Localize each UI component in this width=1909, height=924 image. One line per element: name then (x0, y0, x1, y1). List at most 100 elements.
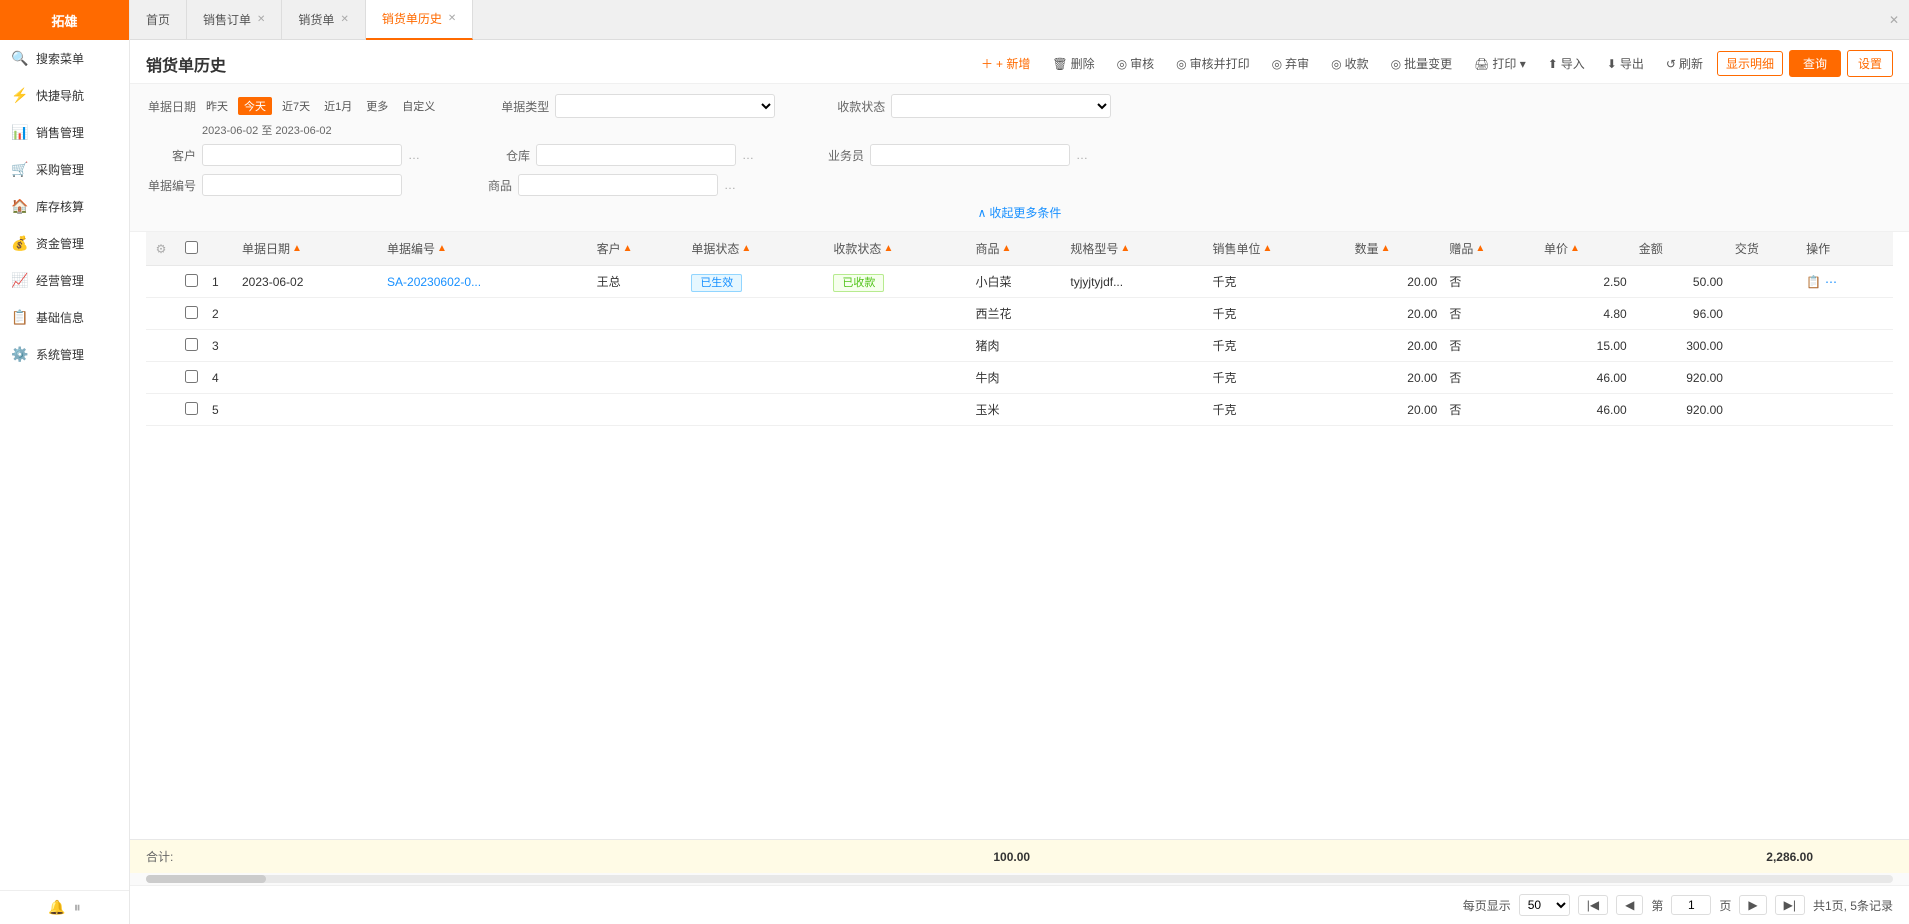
sidebar-item-basic-info[interactable]: 📋 基础信息 (0, 299, 129, 336)
date-more[interactable]: 更多 (362, 97, 392, 115)
abandon-button[interactable]: ◎ 弃审 (1264, 51, 1318, 76)
row-no: 1 (206, 266, 236, 298)
warehouse-input[interactable] (536, 144, 736, 166)
sidebar-item-system[interactable]: ⚙️ 系统管理 (0, 336, 129, 373)
doc-no-input[interactable] (202, 174, 402, 196)
new-button[interactable]: ＋ + 新增 (973, 51, 1038, 76)
sidebar-item-quick-nav[interactable]: ⚡ 快捷导航 (0, 77, 129, 114)
close-all-icon[interactable]: ✕ (1889, 13, 1899, 27)
tab-sales-order-close[interactable]: ✕ (257, 14, 265, 25)
salesman-input[interactable] (870, 144, 1070, 166)
row-checkbox[interactable] (176, 394, 206, 426)
col-unit-price[interactable]: 单价▲ (1538, 232, 1633, 266)
collect-button[interactable]: ◎ 收款 (1323, 51, 1377, 76)
page-number-input[interactable] (1671, 895, 1711, 915)
batch-change-button[interactable]: ◎ 批量变更 (1383, 51, 1461, 76)
import-button[interactable]: ⬆ 导入 (1540, 51, 1593, 76)
per-page-select[interactable]: 50 20 100 (1519, 894, 1570, 916)
col-customer[interactable]: 客户▲ (591, 232, 686, 266)
payment-status-select[interactable] (891, 94, 1111, 118)
pause-icon[interactable]: ⏸ (74, 899, 81, 916)
row-doc-no[interactable]: SA-20230602-0... (381, 266, 591, 298)
row-checkbox[interactable] (176, 266, 206, 298)
op-more[interactable]: ⋯ (1825, 275, 1837, 289)
sidebar-item-purchase[interactable]: 🛒 采购管理 (0, 151, 129, 188)
customer-input[interactable] (202, 144, 402, 166)
col-qty[interactable]: 数量▲ (1349, 232, 1444, 266)
row-doc-no[interactable] (381, 298, 591, 330)
row-doc-no[interactable] (381, 394, 591, 426)
row-checkbox[interactable] (176, 298, 206, 330)
collapse-btn[interactable]: ∧ 收起更多条件 (146, 204, 1893, 221)
print-button[interactable]: 🖨 打印 ▾ (1466, 51, 1534, 76)
col-doc-status[interactable]: 单据状态▲ (685, 232, 827, 266)
summary-qty: 100.00 (993, 850, 1030, 864)
col-unit[interactable]: 销售单位▲ (1207, 232, 1349, 266)
sort-paystatus-icon: ▲ (883, 243, 893, 254)
sidebar-item-sales[interactable]: 📊 销售管理 (0, 114, 129, 151)
tab-sales-goods[interactable]: 销货单 ✕ (282, 0, 365, 40)
row-spec (1064, 362, 1206, 394)
refresh-button[interactable]: ↺ 刷新 (1658, 51, 1711, 76)
col-pay-status[interactable]: 收款状态▲ (827, 232, 969, 266)
show-detail-button[interactable]: 显示明细 (1717, 51, 1783, 76)
col-doc-no[interactable]: 单据编号▲ (381, 232, 591, 266)
op-edit[interactable]: 📋 (1806, 275, 1821, 289)
warehouse-label: 仓库 (480, 147, 530, 164)
row-qty: 20.00 (1349, 362, 1444, 394)
scrollbar-track[interactable] (146, 875, 1893, 883)
tab-sales-history[interactable]: 销货单历史 ✕ (366, 0, 473, 40)
operation-icon: 📈 (12, 273, 28, 289)
doc-no-link[interactable]: SA-20230602-0... (387, 275, 481, 289)
sidebar-item-search-menu[interactable]: 🔍 搜索菜单 (0, 40, 129, 77)
col-settings[interactable]: ⚙ (146, 232, 176, 266)
date-1month[interactable]: 近1月 (320, 97, 356, 115)
setting-button[interactable]: 设置 (1847, 50, 1893, 77)
row-checkbox[interactable] (176, 362, 206, 394)
warehouse-dots[interactable]: … (742, 148, 754, 162)
date-7days[interactable]: 近7天 (278, 97, 314, 115)
row-unit: 千克 (1207, 394, 1349, 426)
tab-home[interactable]: 首页 (130, 0, 187, 40)
date-today[interactable]: 今天 (238, 97, 272, 115)
filter-doc-type: 单据类型 (499, 94, 775, 118)
sidebar-item-capital[interactable]: 💰 资金管理 (0, 225, 129, 262)
query-button[interactable]: 查询 (1789, 50, 1841, 77)
doc-type-select[interactable] (555, 94, 775, 118)
delete-button[interactable]: 🗑 删除 (1044, 51, 1102, 76)
salesman-dots[interactable]: … (1076, 148, 1088, 162)
tab-sales-goods-close[interactable]: ✕ (340, 14, 348, 25)
sidebar-item-operation[interactable]: 📈 经营管理 (0, 262, 129, 299)
row-select-checkbox[interactable] (185, 402, 198, 415)
first-page-button[interactable]: |◀ (1578, 895, 1608, 915)
tab-sales-order[interactable]: 销售订单 ✕ (187, 0, 282, 40)
customer-dots[interactable]: … (408, 148, 420, 162)
last-page-button[interactable]: ▶| (1775, 895, 1805, 915)
tab-sales-history-close[interactable]: ✕ (448, 13, 456, 24)
customer-label: 客户 (146, 147, 196, 164)
row-select-checkbox[interactable] (185, 338, 198, 351)
row-select-checkbox[interactable] (185, 370, 198, 383)
prev-page-button[interactable]: ◀ (1616, 895, 1643, 915)
row-checkbox[interactable] (176, 330, 206, 362)
row-doc-no[interactable] (381, 330, 591, 362)
export-button[interactable]: ⬇ 导出 (1599, 51, 1652, 76)
notification-icon[interactable]: 🔔 (48, 899, 65, 916)
date-yesterday[interactable]: 昨天 (202, 97, 232, 115)
next-page-button[interactable]: ▶ (1739, 895, 1766, 915)
sidebar-item-inventory[interactable]: 🏠 库存核算 (0, 188, 129, 225)
col-gift[interactable]: 赠品▲ (1443, 232, 1538, 266)
date-custom[interactable]: 自定义 (398, 97, 439, 115)
col-spec[interactable]: 规格型号▲ (1064, 232, 1206, 266)
review-print-button[interactable]: ◎ 审核并打印 (1168, 51, 1258, 76)
scrollbar-thumb[interactable] (146, 875, 266, 883)
col-doc-date[interactable]: 单据日期▲ (236, 232, 381, 266)
review-button[interactable]: ◎ 审核 (1109, 51, 1163, 76)
select-all-checkbox[interactable] (185, 241, 198, 254)
col-goods[interactable]: 商品▲ (970, 232, 1065, 266)
goods-dots[interactable]: … (724, 178, 736, 192)
goods-input[interactable] (518, 174, 718, 196)
row-select-checkbox[interactable] (185, 274, 198, 287)
row-doc-no[interactable] (381, 362, 591, 394)
row-select-checkbox[interactable] (185, 306, 198, 319)
